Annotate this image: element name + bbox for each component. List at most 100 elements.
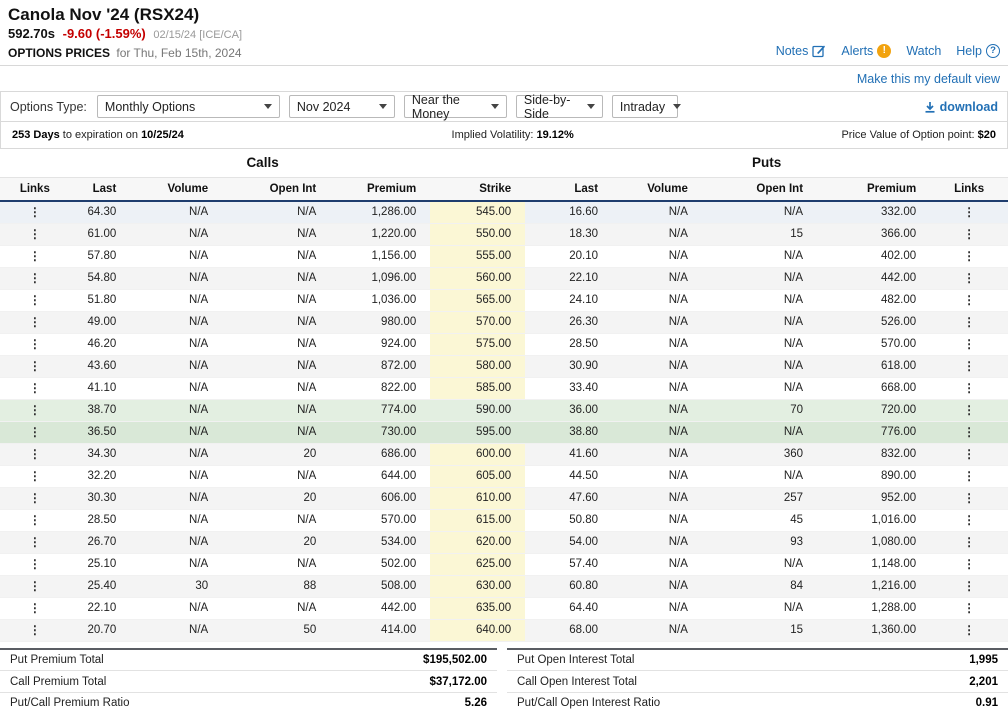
watch-label: Watch [906, 44, 942, 58]
call-row-menu-icon[interactable]: ⋮ [0, 377, 70, 399]
call-volume: N/A [189, 338, 209, 350]
put-row-menu-icon[interactable]: ⋮ [930, 333, 1008, 355]
download-label: download [939, 99, 998, 114]
strike: 560.00 [430, 267, 526, 289]
put-row-menu-icon[interactable]: ⋮ [930, 509, 1008, 531]
call-volume: N/A [189, 316, 209, 328]
notes-link[interactable]: Notes [776, 44, 827, 58]
put-row-menu-icon[interactable]: ⋮ [930, 223, 1008, 245]
put-row-menu-icon[interactable]: ⋮ [930, 355, 1008, 377]
put-row-menu-icon[interactable]: ⋮ [930, 487, 1008, 509]
put-last: 44.50 [569, 470, 599, 482]
summary-label: Put/Call Open Interest Ratio [517, 697, 661, 710]
put-row-menu-icon[interactable]: ⋮ [930, 619, 1008, 641]
call-row-menu-icon[interactable]: ⋮ [0, 223, 70, 245]
put-row-menu-icon[interactable]: ⋮ [930, 289, 1008, 311]
put-row-menu-icon[interactable]: ⋮ [930, 531, 1008, 553]
column-header-links-calls: Links [0, 176, 70, 202]
summary-label: Put/Call Premium Ratio [10, 697, 130, 710]
strike-range-select[interactable]: Near the Money [403, 93, 507, 121]
call-premium: 980.00 [381, 316, 417, 328]
alerts-link[interactable]: Alerts ! [841, 44, 892, 58]
call-volume: N/A [189, 624, 209, 636]
put-volume: N/A [668, 360, 688, 372]
call-row-menu-icon[interactable]: ⋮ [0, 201, 70, 223]
caret-down-icon [673, 104, 682, 109]
put-premium: 832.00 [880, 448, 917, 460]
put-row-menu-icon[interactable]: ⋮ [930, 553, 1008, 575]
session-select[interactable]: Intraday [611, 95, 682, 118]
watch-link[interactable]: Watch [906, 44, 941, 58]
download-button[interactable]: download [924, 100, 998, 114]
page-header: Canola Nov '24 (RSX24) 592.70s -9.60 (-1… [0, 0, 1008, 66]
put-last: 18.30 [569, 228, 599, 240]
put-volume: N/A [668, 536, 688, 548]
call-row-menu-icon[interactable]: ⋮ [0, 443, 70, 465]
put-row-menu-icon[interactable]: ⋮ [930, 443, 1008, 465]
strike: 615.00 [430, 509, 526, 531]
put-row-menu-icon[interactable]: ⋮ [930, 201, 1008, 223]
put-last: 16.60 [569, 206, 599, 219]
call-premium: 502.00 [381, 558, 417, 570]
strike: 630.00 [430, 575, 526, 597]
call-row-menu-icon[interactable]: ⋮ [0, 421, 70, 443]
call-row-menu-icon[interactable]: ⋮ [0, 575, 70, 597]
column-header-put-premium: Premium [817, 176, 931, 202]
call-row-menu-icon[interactable]: ⋮ [0, 399, 70, 421]
put-row-menu-icon[interactable]: ⋮ [930, 267, 1008, 289]
price-value-of-point: Price Value of Option point: $20 [841, 129, 996, 141]
summary-value: $37,172.00 [429, 675, 487, 688]
view-mode-select[interactable]: Side-by-Side [515, 92, 603, 121]
call-row-menu-icon[interactable]: ⋮ [0, 311, 70, 333]
table-row: ⋮ 30.30 N/A 20 606.00 610.00 47.60 N/A 257 952.00… [0, 487, 1008, 509]
help-link[interactable]: Help ? [956, 44, 1000, 58]
call-row-menu-icon[interactable]: ⋮ [0, 355, 70, 377]
put-row-menu-icon[interactable]: ⋮ [930, 597, 1008, 619]
call-row-menu-icon[interactable]: ⋮ [0, 553, 70, 575]
summary-value: 2,201 [969, 675, 998, 688]
put-row-menu-icon[interactable]: ⋮ [930, 377, 1008, 399]
call-premium: 1,286.00 [371, 206, 417, 219]
put-row-menu-icon[interactable]: ⋮ [930, 399, 1008, 421]
call-premium: 534.00 [381, 536, 417, 548]
default-view-link[interactable]: Make this my default view [857, 72, 1000, 86]
put-open-int: N/A [783, 316, 804, 328]
call-last: 46.20 [87, 338, 117, 350]
put-volume: N/A [668, 514, 688, 526]
options-type-select[interactable]: Monthly Options [96, 95, 280, 118]
call-row-menu-icon[interactable]: ⋮ [0, 333, 70, 355]
call-row-menu-icon[interactable]: ⋮ [0, 597, 70, 619]
call-row-menu-icon[interactable]: ⋮ [0, 245, 70, 267]
put-premium: 618.00 [880, 360, 917, 372]
column-header-call-last: Last [69, 176, 131, 202]
table-row: ⋮ 41.10 N/A N/A 822.00 585.00 33.40 N/A N/A 668.0… [0, 377, 1008, 399]
call-last: 30.30 [87, 492, 117, 504]
options-table-body: ⋮ 64.30 N/A N/A 1,286.00 545.00 16.60 N/A N/A 332… [0, 201, 1008, 641]
put-row-menu-icon[interactable]: ⋮ [930, 311, 1008, 333]
expiration-month-select[interactable]: Nov 2024 [288, 95, 395, 118]
put-row-menu-icon[interactable]: ⋮ [930, 575, 1008, 597]
quick-links: Notes Alerts ! Watch Help ? [776, 44, 1000, 65]
call-row-menu-icon[interactable]: ⋮ [0, 531, 70, 553]
strike: 595.00 [430, 421, 526, 443]
summary-left-body: Put Premium Total $195,502.00 Call Premium… [0, 649, 497, 714]
call-row-menu-icon[interactable]: ⋮ [0, 267, 70, 289]
call-row-menu-icon[interactable]: ⋮ [0, 619, 70, 641]
call-row-menu-icon[interactable]: ⋮ [0, 509, 70, 531]
put-volume: N/A [668, 206, 688, 219]
put-row-menu-icon[interactable]: ⋮ [930, 465, 1008, 487]
view-mode-value: Side-by-Side [523, 92, 571, 121]
call-premium: 872.00 [381, 360, 417, 372]
put-volume: N/A [668, 558, 688, 570]
put-open-int: 257 [783, 492, 804, 504]
puts-group-header: Puts [525, 149, 1008, 177]
call-row-menu-icon[interactable]: ⋮ [0, 289, 70, 311]
call-last: 25.40 [87, 580, 117, 592]
call-row-menu-icon[interactable]: ⋮ [0, 465, 70, 487]
put-row-menu-icon[interactable]: ⋮ [930, 245, 1008, 267]
call-open-int: N/A [297, 382, 317, 394]
put-volume: N/A [668, 250, 688, 262]
call-row-menu-icon[interactable]: ⋮ [0, 487, 70, 509]
call-open-int: 50 [303, 624, 317, 636]
put-row-menu-icon[interactable]: ⋮ [930, 421, 1008, 443]
